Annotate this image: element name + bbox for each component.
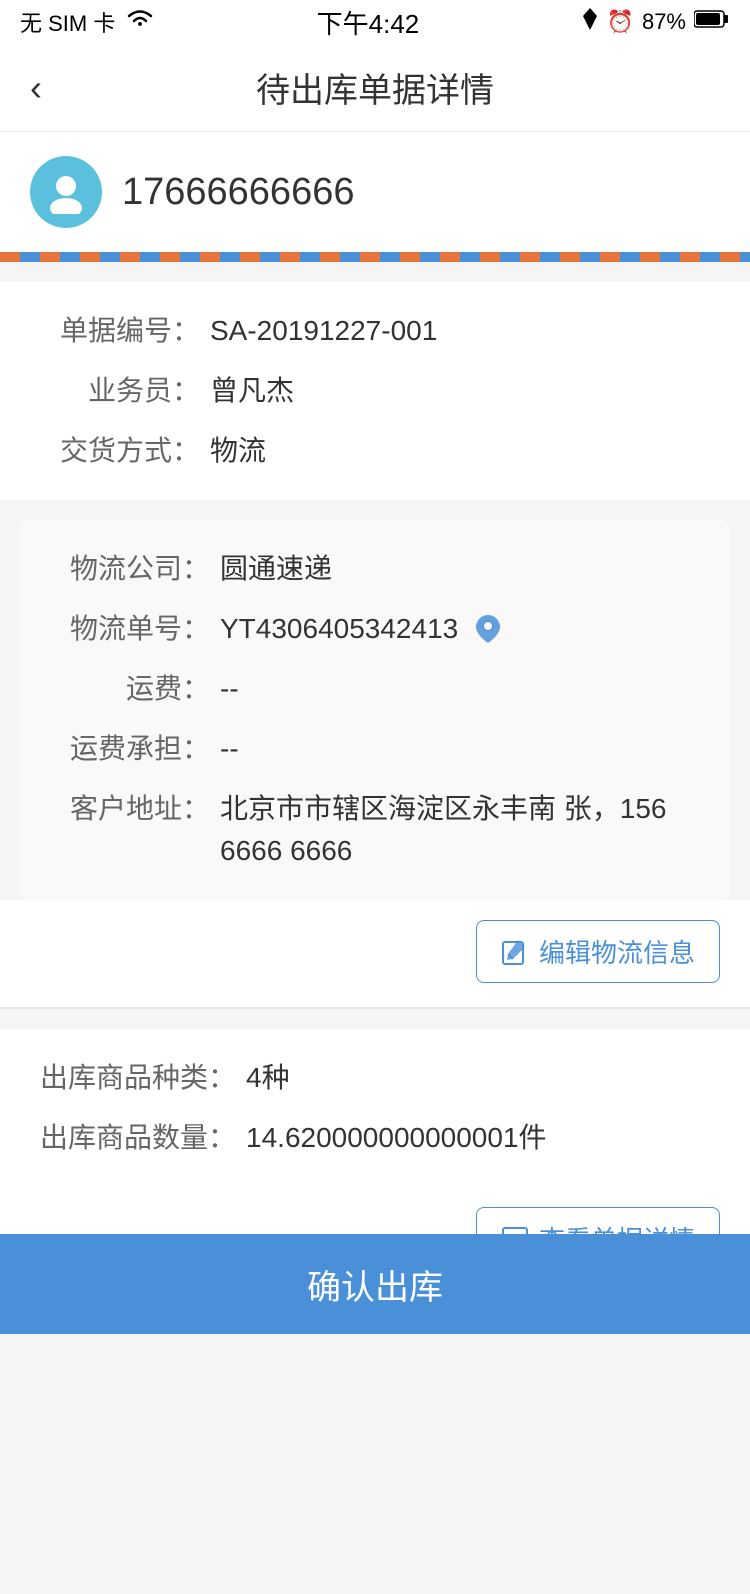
thin-separator-1: [0, 1007, 750, 1009]
sim-status: 无 SIM 卡: [20, 6, 115, 38]
salesman-value: 曾凡杰: [210, 370, 710, 412]
goods-types-value: 4种: [246, 1057, 710, 1099]
page-title: 待出库单据详情: [256, 63, 494, 112]
tracking-label: 物流单号：: [50, 608, 210, 650]
order-no-label: 单据编号：: [40, 310, 200, 352]
freight-row: 运费： --: [50, 668, 700, 710]
avatar: [30, 156, 102, 228]
user-phone: 17666666666: [122, 171, 354, 214]
logistics-company-label: 物流公司：: [50, 548, 210, 590]
confirm-outbound-bar[interactable]: 确认出库: [0, 1234, 750, 1334]
goods-quantity-value: 14.620000000000001件: [246, 1117, 710, 1159]
order-no-row: 单据编号： SA-20191227-001: [40, 310, 710, 352]
freight-label: 运费：: [50, 668, 210, 710]
status-time: 下午4:42: [317, 4, 420, 41]
edit-logistics-button[interactable]: 编辑物流信息: [476, 920, 720, 983]
freight-bearer-row: 运费承担： --: [50, 728, 700, 770]
tracking-row: 物流单号： YT43064053424​13: [50, 608, 700, 650]
battery-percent: 87%: [642, 9, 686, 35]
confirm-outbound-label: 确认出库: [307, 1260, 443, 1309]
delivery-label: 交货方式：: [40, 430, 200, 472]
salesman-label: 业务员：: [40, 370, 200, 412]
freight-value: --: [220, 668, 700, 710]
delivery-value: 物流: [210, 430, 710, 472]
status-left: 无 SIM 卡: [20, 6, 155, 38]
logistics-company-value: 圆通速递: [220, 548, 700, 590]
delivery-row: 交货方式： 物流: [40, 430, 710, 472]
battery-icon: [694, 9, 730, 35]
order-no-value: SA-20191227-001: [210, 310, 710, 352]
back-button[interactable]: ‹: [30, 67, 42, 109]
tracking-location-icon[interactable]: [472, 613, 504, 645]
address-label: 客户地址：: [50, 788, 210, 830]
alarm-icon: ⏰: [607, 9, 634, 35]
status-right: ⏰ 87%: [581, 8, 730, 36]
tracking-number: YT43064053424​13: [220, 608, 458, 650]
user-header: 17666666666: [0, 132, 750, 252]
nav-bar: ‹ 待出库单据详情: [0, 44, 750, 132]
address-value: 北京市市辖区海淀区永丰南 张，156 6666 6666: [220, 788, 700, 872]
goods-types-label: 出库商品种类：: [40, 1057, 236, 1099]
edit-logistics-section: 编辑物流信息: [0, 900, 750, 1007]
order-info-section: 单据编号： SA-20191227-001 业务员： 曾凡杰 交货方式： 物流: [0, 282, 750, 500]
goods-quantity-row: 出库商品数量： 14.620000000000001件: [40, 1117, 710, 1159]
edit-icon: [501, 938, 529, 966]
goods-quantity-label: 出库商品数量：: [40, 1117, 236, 1159]
status-bar: 无 SIM 卡 下午4:42 ⏰ 87%: [0, 0, 750, 44]
goods-section: 出库商品种类： 4种 出库商品数量： 14.620000000000001件: [0, 1029, 750, 1187]
location-status-icon: [581, 8, 599, 36]
tracking-value: YT43064053424​13: [220, 608, 700, 650]
dashed-separator: [0, 252, 750, 262]
goods-types-row: 出库商品种类： 4种: [40, 1057, 710, 1099]
address-row: 客户地址： 北京市市辖区海淀区永丰南 张，156 6666 6666: [50, 788, 700, 872]
freight-bearer-value: --: [220, 728, 700, 770]
user-icon: [44, 170, 88, 214]
salesman-row: 业务员： 曾凡杰: [40, 370, 710, 412]
logistics-card: 物流公司： 圆通速递 物流单号： YT43064053424​13 运费： --: [20, 520, 730, 900]
wifi-icon: [125, 8, 155, 36]
edit-logistics-label: 编辑物流信息: [539, 933, 695, 970]
freight-bearer-label: 运费承担：: [50, 728, 210, 770]
logistics-company-row: 物流公司： 圆通速递: [50, 548, 700, 590]
